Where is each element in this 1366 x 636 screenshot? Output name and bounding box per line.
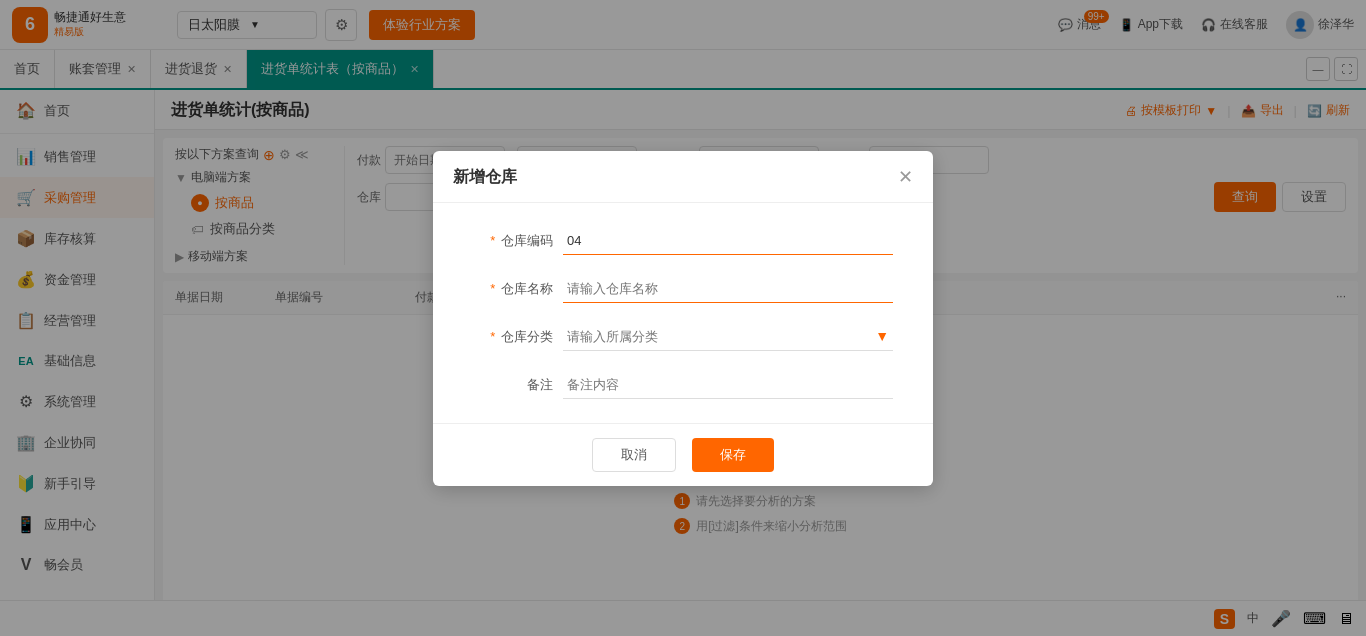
modal-close-button[interactable]: ✕: [898, 168, 913, 186]
warehouse-name-input[interactable]: [563, 275, 893, 303]
modal-header: 新增仓库 ✕: [433, 151, 933, 203]
code-label: * 仓库编码: [473, 232, 553, 250]
category-input[interactable]: [563, 323, 893, 350]
form-row-name: * 仓库名称: [473, 275, 893, 303]
modal-footer: 取消 保存: [433, 423, 933, 486]
modal-overlay[interactable]: 新增仓库 ✕ * 仓库编码 * 仓库名称: [0, 0, 1366, 636]
remark-input[interactable]: [563, 371, 893, 399]
modal-new-warehouse: 新增仓库 ✕ * 仓库编码 * 仓库名称: [433, 151, 933, 486]
required-star-category: *: [490, 329, 495, 344]
required-star-code: *: [490, 233, 495, 248]
cancel-button[interactable]: 取消: [592, 438, 676, 472]
form-row-remark: 备注: [473, 371, 893, 399]
remark-label: 备注: [473, 376, 553, 394]
category-dropdown-icon[interactable]: ▼: [875, 328, 889, 344]
modal-body: * 仓库编码 * 仓库名称 * 仓库分类: [433, 203, 933, 423]
form-row-code: * 仓库编码: [473, 227, 893, 255]
category-select-row: ▼: [563, 323, 893, 351]
required-star-name: *: [490, 281, 495, 296]
save-button[interactable]: 保存: [692, 438, 774, 472]
modal-title: 新增仓库: [453, 167, 517, 188]
warehouse-code-input[interactable]: [563, 227, 893, 255]
form-row-category: * 仓库分类 ▼: [473, 323, 893, 351]
category-label: * 仓库分类: [473, 328, 553, 346]
name-label: * 仓库名称: [473, 280, 553, 298]
